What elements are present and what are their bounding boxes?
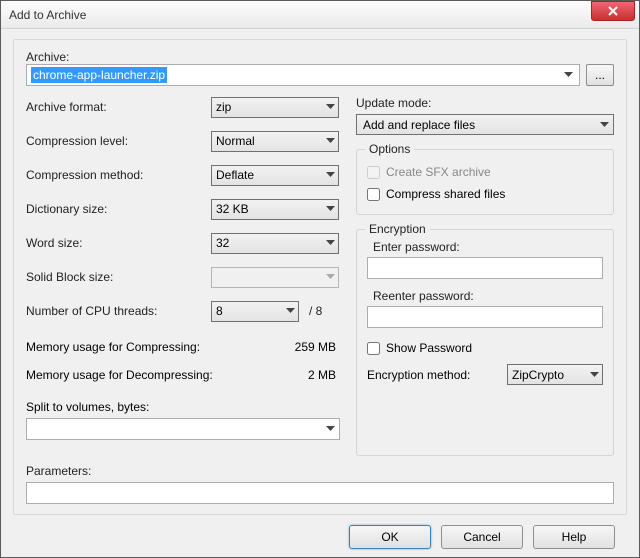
chevron-down-icon — [326, 206, 335, 212]
split-volumes-input[interactable] — [26, 418, 340, 440]
cpu-threads-max: / 8 — [309, 304, 322, 318]
sfx-checkbox-input — [367, 166, 380, 179]
update-mode-select[interactable]: Add and replace files — [356, 114, 614, 135]
create-sfx-checkbox: Create SFX archive — [367, 162, 603, 182]
cancel-button[interactable]: Cancel — [441, 525, 523, 549]
help-button[interactable]: Help — [533, 525, 615, 549]
archive-input[interactable]: chrome-app-launcher.zip — [26, 64, 580, 86]
dialog-window: Add to Archive Archive: chrome-app-launc… — [0, 0, 640, 558]
chevron-down-icon — [326, 274, 335, 280]
mem-compress-value: 259 MB — [280, 340, 340, 358]
split-volumes-label: Split to volumes, bytes: — [26, 400, 340, 414]
ellipsis-icon: ... — [595, 68, 605, 82]
dictionary-size-label: Dictionary size: — [26, 202, 211, 216]
dictionary-size-select[interactable]: 32 KB — [211, 199, 339, 220]
browse-button[interactable]: ... — [586, 64, 614, 86]
options-group: Options Create SFX archive Compress shar… — [356, 149, 614, 215]
word-size-label: Word size: — [26, 236, 211, 250]
enter-password-input[interactable] — [367, 257, 603, 279]
compress-shared-checkbox[interactable]: Compress shared files — [367, 184, 603, 204]
reenter-password-label: Reenter password: — [373, 289, 603, 303]
compression-method-label: Compression method: — [26, 168, 211, 182]
chevron-down-icon — [326, 138, 335, 144]
archive-value: chrome-app-launcher.zip — [31, 67, 167, 83]
chevron-down-icon — [600, 122, 609, 128]
compression-level-select[interactable]: Normal — [211, 131, 339, 152]
enter-password-label: Enter password: — [373, 240, 603, 254]
mem-compress-label: Memory usage for Compressing: — [26, 340, 280, 358]
close-button[interactable] — [591, 1, 635, 21]
dialog-buttons: OK Cancel Help — [13, 515, 627, 549]
encryption-group: Encryption Enter password: Reenter passw… — [356, 229, 614, 456]
show-password-checkbox[interactable]: Show Password — [367, 338, 603, 358]
window-title: Add to Archive — [9, 8, 591, 22]
cpu-threads-select[interactable]: 8 — [211, 301, 299, 322]
solid-block-size-label: Solid Block size: — [26, 270, 211, 284]
chevron-down-icon — [590, 372, 599, 378]
reenter-password-input[interactable] — [367, 306, 603, 328]
compression-method-select[interactable]: Deflate — [211, 165, 339, 186]
cpu-threads-label: Number of CPU threads: — [26, 304, 211, 318]
parameters-input[interactable] — [26, 482, 614, 504]
encryption-method-label: Encryption method: — [367, 368, 499, 382]
ok-button[interactable]: OK — [349, 525, 431, 549]
chevron-down-icon — [326, 240, 335, 246]
solid-block-size-select — [211, 267, 339, 288]
archive-format-select[interactable]: zip — [211, 97, 339, 118]
parameters-section: Parameters: — [26, 464, 614, 504]
archive-label: Archive: — [26, 50, 614, 64]
word-size-select[interactable]: 32 — [211, 233, 339, 254]
parameters-label: Parameters: — [26, 464, 614, 478]
show-password-label: Show Password — [386, 341, 472, 355]
encryption-method-select[interactable]: ZipCrypto — [507, 364, 603, 385]
chevron-down-icon — [326, 426, 335, 432]
encryption-title: Encryption — [365, 222, 430, 236]
update-mode-label: Update mode: — [356, 96, 614, 110]
mem-decompress-label: Memory usage for Decompressing: — [26, 368, 280, 386]
show-password-input[interactable] — [367, 342, 380, 355]
shared-checkbox-input[interactable] — [367, 188, 380, 201]
archive-format-label: Archive format: — [26, 100, 211, 114]
mem-decompress-value: 2 MB — [280, 368, 340, 386]
sfx-label: Create SFX archive — [386, 165, 491, 179]
close-icon — [608, 6, 618, 16]
titlebar: Add to Archive — [1, 1, 639, 29]
options-title: Options — [365, 142, 414, 156]
right-column: Update mode: Add and replace files Optio… — [356, 96, 614, 456]
chevron-down-icon — [326, 172, 335, 178]
chevron-down-icon — [326, 104, 335, 110]
compression-level-label: Compression level: — [26, 134, 211, 148]
chevron-down-icon[interactable] — [560, 67, 576, 83]
chevron-down-icon — [286, 308, 295, 314]
shared-label: Compress shared files — [386, 187, 505, 201]
dialog-body: Archive: chrome-app-launcher.zip ... Arc… — [1, 29, 639, 557]
inner-panel: Archive: chrome-app-launcher.zip ... Arc… — [13, 39, 627, 515]
left-column: Archive format: zip Compression level: N… — [26, 96, 340, 456]
